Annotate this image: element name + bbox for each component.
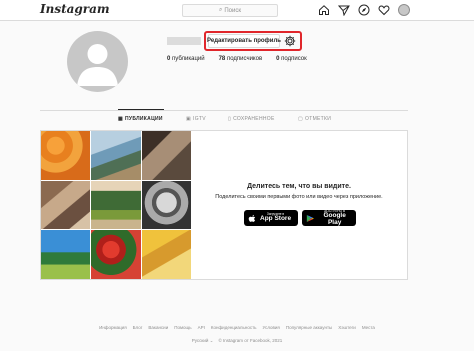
sample-photo xyxy=(141,131,191,180)
footer-link-jobs[interactable]: Вакансии xyxy=(148,325,168,330)
send-icon[interactable] xyxy=(338,4,350,16)
tab-igtv[interactable]: ▣ IGTV xyxy=(186,116,206,122)
tab-tagged[interactable]: ▢ ОТМЕТКИ xyxy=(298,116,331,122)
top-navigation-bar: Instagram ⌕ Поиск xyxy=(0,0,474,21)
search-icon: ⌕ xyxy=(218,7,223,13)
footer-link-top-accounts[interactable]: Популярные аккаунты xyxy=(286,325,332,330)
tab-saved[interactable]: ▯ СОХРАНЕННОЕ xyxy=(228,116,275,122)
nav-avatar[interactable] xyxy=(398,4,410,16)
footer-link-privacy[interactable]: Конфиденциальность xyxy=(211,325,257,330)
home-icon[interactable] xyxy=(318,4,330,16)
tab-posts[interactable]: ▦ ПУБЛИКАЦИИ xyxy=(118,116,163,122)
footer-link-hashtags[interactable]: Хэштеги xyxy=(338,325,356,330)
posts-stat: 0 публикаций xyxy=(167,56,205,62)
footer-link-api[interactable]: API xyxy=(198,325,205,330)
sample-photo xyxy=(91,131,141,180)
google-play-button[interactable]: ДОСТУПНО В Google Play xyxy=(302,209,356,226)
search-placeholder: Поиск xyxy=(224,7,241,14)
edit-profile-button[interactable]: Редактировать профиль xyxy=(207,34,281,48)
tag-icon: ▢ xyxy=(298,116,304,122)
default-avatar-icon xyxy=(77,44,118,86)
appstore-label: App Store xyxy=(260,215,292,223)
cta-title: Делитесь тем, что вы видите. xyxy=(247,183,351,190)
explore-icon[interactable] xyxy=(358,4,370,16)
cta-subtitle: Поделитесь своими первыми фото или видео… xyxy=(215,194,383,200)
footer-link-terms[interactable]: Условия xyxy=(263,325,280,330)
nav-icons xyxy=(318,4,410,16)
tabs-divider xyxy=(40,110,408,111)
sample-photo-grid xyxy=(41,131,191,279)
apple-icon xyxy=(248,214,256,222)
username-redacted xyxy=(167,37,201,45)
profile-avatar[interactable] xyxy=(67,31,128,92)
grid-icon: ▦ xyxy=(118,116,124,122)
sample-photo xyxy=(91,230,141,279)
language-select[interactable]: Русский ⌄ xyxy=(192,338,214,344)
footer-bottom: Русский ⌄ © Instagram от Facebook, 2021 xyxy=(0,338,474,344)
bookmark-icon: ▯ xyxy=(228,116,232,122)
heart-icon[interactable] xyxy=(378,4,390,16)
footer-link-blog[interactable]: Блог xyxy=(133,325,143,330)
followers-stat[interactable]: 78 подписчиков xyxy=(219,56,263,62)
empty-posts-card: Делитесь тем, что вы видите. Поделитесь … xyxy=(40,130,408,280)
sample-photo xyxy=(41,180,91,230)
footer-link-locations[interactable]: Места xyxy=(362,325,375,330)
sample-photo xyxy=(41,131,91,180)
igtv-icon: ▣ xyxy=(186,116,192,122)
footer-link-about[interactable]: Информация xyxy=(99,325,127,330)
gear-icon[interactable] xyxy=(284,35,296,47)
search-input[interactable]: ⌕ Поиск xyxy=(182,4,278,17)
footer-link-help[interactable]: Помощь xyxy=(174,325,191,330)
sample-photo xyxy=(41,230,91,279)
app-store-button[interactable]: Загрузите в App Store xyxy=(244,210,298,226)
sample-photo xyxy=(141,180,191,230)
share-cta: Делитесь тем, что вы видите. Поделитесь … xyxy=(191,131,407,279)
googleplay-label: Google Play xyxy=(323,212,346,226)
active-tab-indicator xyxy=(118,109,164,110)
sample-photo xyxy=(141,230,191,279)
chevron-down-icon: ⌄ xyxy=(209,338,214,343)
profile-stats: 0 публикаций 78 подписчиков 0 подписок xyxy=(167,56,307,62)
footer-links: Информация Блог Вакансии Помощь API Конф… xyxy=(0,325,474,330)
sample-photo xyxy=(91,180,141,230)
copyright: © Instagram от Facebook, 2021 xyxy=(218,338,283,343)
following-stat[interactable]: 0 подписок xyxy=(276,56,307,62)
google-play-icon xyxy=(306,214,314,222)
instagram-logo[interactable]: Instagram xyxy=(40,2,110,16)
